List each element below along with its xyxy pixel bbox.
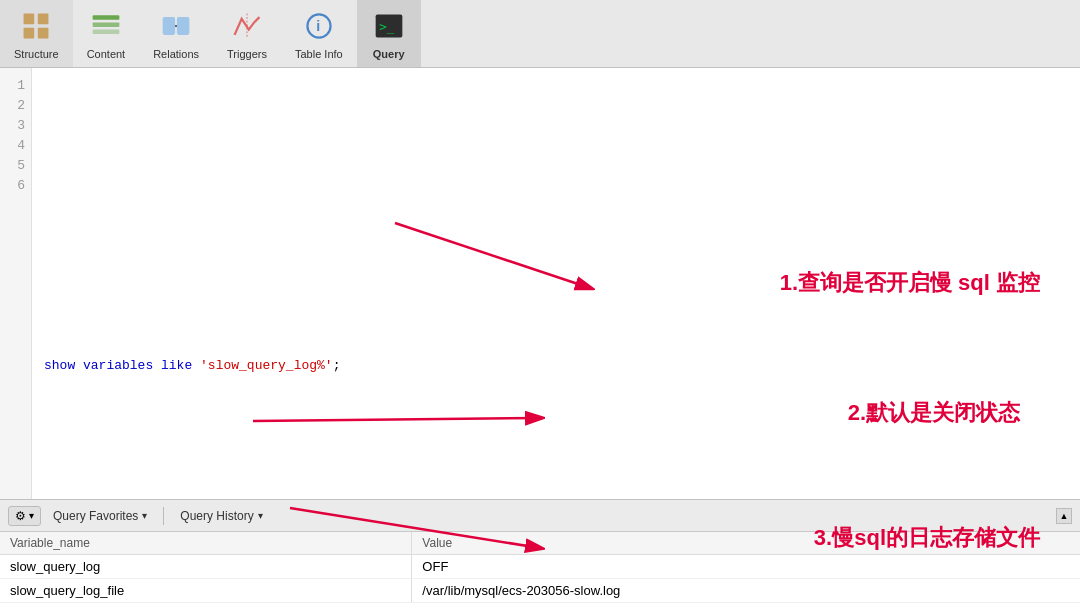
tab-triggers[interactable]: Triggers	[213, 0, 281, 67]
gear-icon: ⚙	[15, 509, 26, 523]
svg-rect-7	[163, 17, 175, 35]
svg-rect-4	[93, 15, 120, 19]
tab-tableinfo-label: Table Info	[295, 48, 343, 60]
query-favorites-label: Query Favorites	[53, 509, 138, 523]
relations-icon	[158, 8, 194, 44]
favorites-chevron-icon: ▾	[142, 510, 147, 521]
col-header-variable-name: Variable_name	[0, 532, 412, 555]
structure-icon	[18, 8, 54, 44]
query-history-label: Query History	[180, 509, 253, 523]
tab-relations[interactable]: Relations	[139, 0, 213, 67]
history-chevron-icon: ▾	[258, 510, 263, 521]
content-icon	[88, 8, 124, 44]
table-row: slow_query_log_file/var/lib/mysql/ecs-20…	[0, 579, 1080, 603]
results-container: Variable_name Value slow_query_logOFFslo…	[0, 532, 1080, 603]
tab-query-label: Query	[373, 48, 405, 60]
results-table: Variable_name Value slow_query_logOFFslo…	[0, 532, 1080, 603]
query-icon: >_	[371, 8, 407, 44]
svg-rect-2	[24, 27, 35, 38]
gear-chevron-icon: ▾	[29, 510, 34, 521]
table-row: slow_query_logOFF	[0, 555, 1080, 579]
cell-variable-name: slow_query_log_file	[0, 579, 412, 603]
cell-value: OFF	[412, 555, 1080, 579]
svg-rect-0	[24, 13, 35, 24]
tab-relations-label: Relations	[153, 48, 199, 60]
cell-variable-name: slow_query_log	[0, 555, 412, 579]
table-header-row: Variable_name Value	[0, 532, 1080, 555]
tab-structure[interactable]: Structure	[0, 0, 73, 67]
svg-rect-5	[93, 22, 120, 26]
col-header-value: Value	[412, 532, 1080, 555]
svg-rect-6	[93, 29, 120, 33]
query-editor: 1 2 3 4 5 6 show variables like 'slow_qu…	[0, 68, 1080, 499]
bottom-toolbar: ⚙ ▾ Query Favorites ▾ Query History ▾ ▲	[0, 500, 1080, 532]
svg-rect-8	[177, 17, 189, 35]
tab-query[interactable]: >_ Query	[357, 0, 421, 67]
svg-text:>_: >_	[379, 19, 394, 34]
tab-triggers-label: Triggers	[227, 48, 267, 60]
svg-rect-1	[38, 13, 49, 24]
toolbar: Structure Content Relations	[0, 0, 1080, 68]
tab-content[interactable]: Content	[73, 0, 140, 67]
query-history-button[interactable]: Query History ▾	[172, 507, 270, 525]
triggers-icon	[229, 8, 265, 44]
code-editor[interactable]: show variables like 'slow_query_log%';	[32, 68, 1080, 499]
bottom-panel: ⚙ ▾ Query Favorites ▾ Query History ▾ ▲	[0, 499, 1080, 603]
resize-icon: ▲	[1060, 511, 1069, 521]
tableinfo-icon: i	[301, 8, 337, 44]
tab-tableinfo[interactable]: i Table Info	[281, 0, 357, 67]
line-numbers: 1 2 3 4 5 6	[0, 68, 32, 499]
query-favorites-button[interactable]: Query Favorites ▾	[45, 507, 155, 525]
tab-content-label: Content	[87, 48, 126, 60]
tab-structure-label: Structure	[14, 48, 59, 60]
svg-rect-3	[38, 27, 49, 38]
gear-button[interactable]: ⚙ ▾	[8, 506, 41, 526]
panel-resize-button[interactable]: ▲	[1056, 508, 1072, 524]
full-area: 1 2 3 4 5 6 show variables like 'slow_qu…	[0, 68, 1080, 603]
toolbar-separator	[163, 507, 164, 525]
cell-value: /var/lib/mysql/ecs-203056-slow.log	[412, 579, 1080, 603]
svg-text:i: i	[316, 18, 320, 34]
